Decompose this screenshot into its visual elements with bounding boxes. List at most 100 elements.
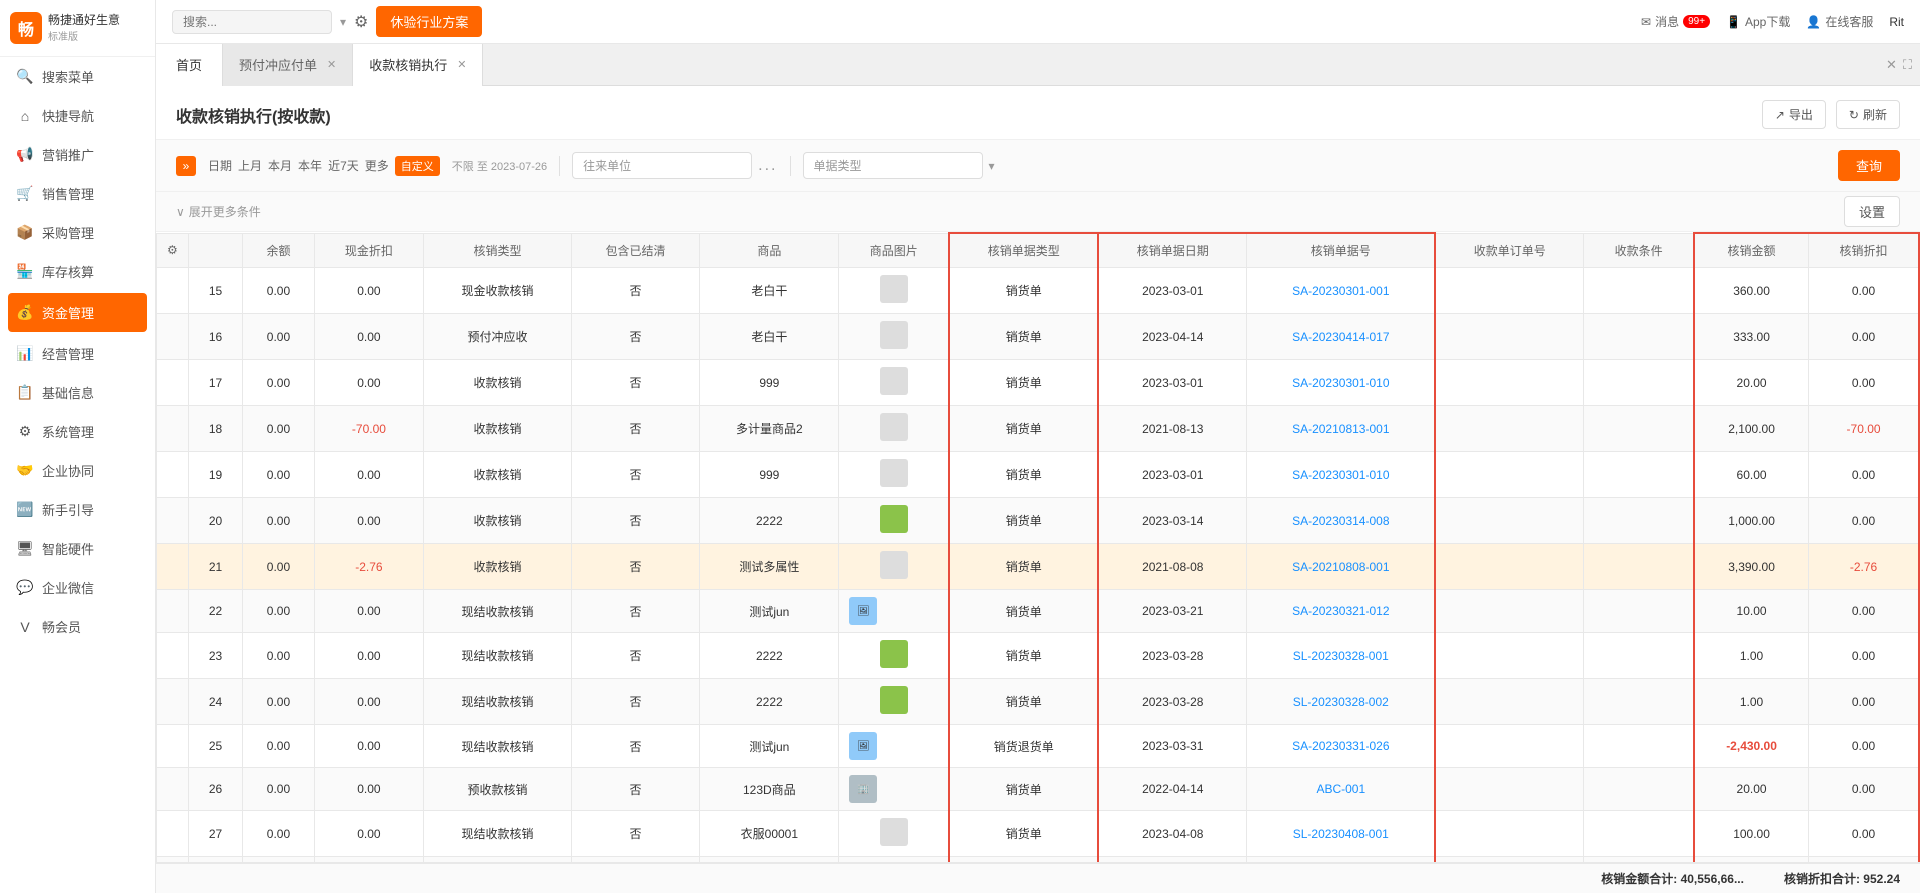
doc-no-cell[interactable]: SA-20210813-001: [1247, 406, 1436, 452]
writeoff-amount-cell: 3,390.00: [1694, 544, 1809, 590]
doc-no-cell[interactable]: SA-20230314-008: [1247, 498, 1436, 544]
writeoff-amount-cell: 60.00: [1694, 452, 1809, 498]
sidebar-item-purchase[interactable]: 📦 采购管理: [0, 213, 155, 252]
tab-close-window-icon[interactable]: ✕: [1886, 57, 1897, 73]
receipt-cond-cell: [1584, 633, 1694, 679]
table-row: 200.000.00收款核销否2222销货单2023-03-14SA-20230…: [157, 498, 1920, 544]
industry-solution-button[interactable]: 休验行业方案: [376, 6, 482, 37]
sidebar-item-system[interactable]: ⚙ 系统管理: [0, 412, 155, 451]
filter-partner-group: 往来单位 ...: [572, 152, 777, 179]
settings-button[interactable]: 设置: [1844, 196, 1900, 227]
expand-more-btn[interactable]: ∨ 展开更多条件: [176, 203, 261, 220]
app-download-area[interactable]: 📱 App下载: [1726, 13, 1790, 30]
sidebar-item-inventory[interactable]: 🏪 库存核算: [0, 252, 155, 291]
doc-date-cell: 2021-08-08: [1098, 544, 1246, 590]
doc-no-cell[interactable]: SL-20230328-002: [1247, 679, 1436, 725]
writeoff-type-cell: 现结收款核销: [424, 590, 572, 633]
sidebar-item-finance[interactable]: 💰 资金管理: [8, 293, 147, 332]
filter-type-select[interactable]: 单据类型: [803, 152, 983, 179]
online-service-area[interactable]: 👤 在线客服: [1806, 13, 1873, 30]
filter-this-month[interactable]: 本月: [268, 157, 292, 174]
filter-this-year[interactable]: 本年: [298, 157, 322, 174]
purchase-icon: 📦: [16, 224, 34, 241]
seq-cell: 22: [188, 590, 243, 633]
sidebar-label-system: 系统管理: [42, 422, 94, 441]
topbar-search-input[interactable]: [172, 10, 332, 34]
doc-no-cell[interactable]: SA-20230414-017: [1247, 314, 1436, 360]
home-icon: ⌂: [16, 108, 34, 124]
sidebar-item-quick-nav[interactable]: ⌂ 快捷导航: [0, 96, 155, 135]
goods-cell: 2222: [700, 633, 839, 679]
cash-discount-cell: 0.00: [314, 768, 424, 811]
doc-no-cell[interactable]: SL-20230328-001: [1247, 633, 1436, 679]
doc-no-cell[interactable]: SA-20230321-012: [1247, 590, 1436, 633]
writeoff-discount-cell: 0.00: [1809, 268, 1919, 314]
writeoff-type-cell: 现结收款核销: [424, 633, 572, 679]
operation-icon: 📊: [16, 345, 34, 362]
doc-no-cell[interactable]: SA-20230301-001: [1247, 268, 1436, 314]
doc-no-cell[interactable]: ABC-001: [1247, 768, 1436, 811]
sidebar: 畅 畅捷通好生意 标准版 🔍 搜索菜单 ⌂ 快捷导航 📢 营销推广 🛒 销售管理…: [0, 0, 156, 893]
receipt-no-cell: [1435, 768, 1583, 811]
tab-home[interactable]: 首页: [156, 44, 223, 86]
tab-writeoff[interactable]: 收款核销执行 ✕: [353, 44, 483, 86]
message-area[interactable]: ✉ 消息 99+: [1641, 13, 1710, 30]
filter-last-month[interactable]: 上月: [238, 157, 262, 174]
doc-no-cell[interactable]: SA-20230301-010: [1247, 360, 1436, 406]
writeoff-discount-cell: 0.00: [1809, 314, 1919, 360]
sidebar-item-vip[interactable]: V 畅会员: [0, 607, 155, 646]
writeoff-amount-cell: 10.00: [1694, 590, 1809, 633]
tab-prepay[interactable]: 预付冲应付单 ✕: [223, 44, 353, 86]
query-button[interactable]: 查询: [1838, 150, 1900, 181]
seq-cell: 16: [188, 314, 243, 360]
tab-maximize-icon[interactable]: ⛶: [1903, 57, 1912, 73]
balance-cell: 0.00: [243, 406, 314, 452]
sidebar-item-enterprise[interactable]: 🤝 企业协同: [0, 451, 155, 490]
include-settled-cell: 否: [571, 452, 700, 498]
filter-partner-input[interactable]: 往来单位: [572, 152, 752, 179]
filter-custom-btn[interactable]: 自定义: [395, 156, 440, 176]
doc-no-cell[interactable]: SA-20230331-026: [1247, 725, 1436, 768]
doc-type-cell: 销货单: [949, 406, 1098, 452]
table-row: 180.00-70.00收款核销否多计量商品2销货单2021-08-13SA-2…: [157, 406, 1920, 452]
sidebar-item-wechat[interactable]: 💬 企业微信: [0, 568, 155, 607]
filter-partner-dots[interactable]: ...: [758, 157, 777, 175]
sidebar-item-sales[interactable]: 🛒 销售管理: [0, 174, 155, 213]
balance-cell: 0.00: [243, 268, 314, 314]
seq-cell: 26: [188, 768, 243, 811]
filter-more[interactable]: 更多: [365, 157, 389, 174]
filter-last7[interactable]: 近7天: [328, 157, 359, 174]
sidebar-item-guide[interactable]: 🆕 新手引导: [0, 490, 155, 529]
content-area: 收款核销执行(按收款) ↗ 导出 ↻ 刷新 » 日期 上月 本月 本年 近7天: [156, 86, 1920, 893]
writeoff-type-cell: 现结收款核销: [424, 811, 572, 857]
tab-writeoff-close-icon[interactable]: ✕: [457, 58, 466, 71]
goods-image-cell: [839, 406, 949, 452]
filter-expand-arrow[interactable]: »: [176, 156, 196, 176]
user-name[interactable]: Rit: [1889, 15, 1904, 29]
cash-discount-cell: 0.00: [314, 314, 424, 360]
tab-prepay-close-icon[interactable]: ✕: [327, 58, 336, 71]
settings-gear-icon[interactable]: ⚙: [354, 12, 368, 32]
sidebar-item-operation[interactable]: 📊 经营管理: [0, 334, 155, 373]
sidebar-label-hardware: 智能硬件: [42, 539, 94, 558]
sidebar-item-hardware[interactable]: 🖥 智能硬件: [0, 529, 155, 568]
sidebar-label-guide: 新手引导: [42, 500, 94, 519]
phone-icon: 📱: [1726, 15, 1741, 29]
filter-type-dropdown-icon[interactable]: ▾: [989, 159, 995, 173]
sidebar-item-search[interactable]: 🔍 搜索菜单: [0, 57, 155, 96]
refresh-button[interactable]: ↻ 刷新: [1836, 100, 1900, 129]
topbar-dropdown-icon[interactable]: ▾: [340, 15, 346, 29]
doc-no-cell[interactable]: SA-20210808-001: [1247, 544, 1436, 590]
sidebar-item-marketing[interactable]: 📢 营销推广: [0, 135, 155, 174]
doc-type-cell: 销货单: [949, 268, 1098, 314]
export-button[interactable]: ↗ 导出: [1762, 100, 1826, 129]
sidebar-label-purchase: 采购管理: [42, 223, 94, 242]
doc-no-cell[interactable]: SA-20230301-010: [1247, 452, 1436, 498]
filter-extra-row: ∨ 展开更多条件 设置: [156, 192, 1920, 232]
row-checkbox-cell: [157, 360, 189, 406]
marketing-icon: 📢: [16, 146, 34, 163]
message-icon: ✉: [1641, 15, 1651, 29]
doc-no-cell[interactable]: SL-20230408-001: [1247, 811, 1436, 857]
col-header-gear[interactable]: ⚙: [157, 233, 189, 268]
sidebar-item-basic[interactable]: 📋 基础信息: [0, 373, 155, 412]
